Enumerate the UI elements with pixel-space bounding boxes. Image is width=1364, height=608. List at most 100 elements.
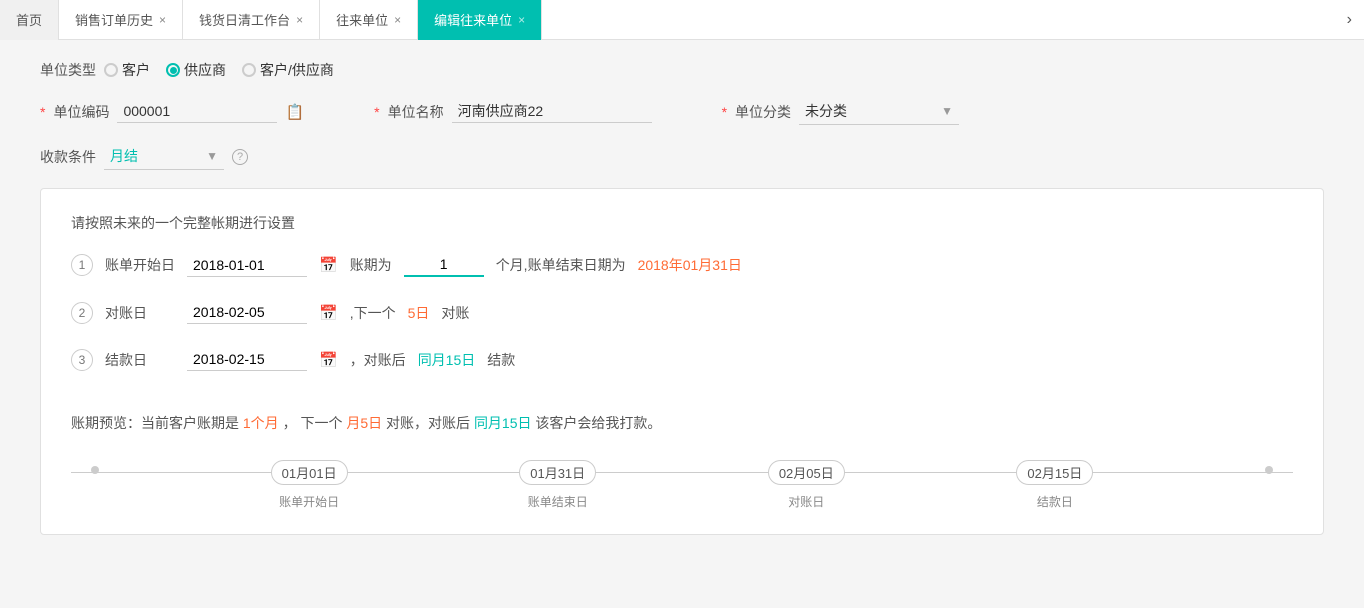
settings-card: 请按照未来的一个完整帐期进行设置 1 账单开始日 📅 账期为 个月,账单结束日期… (40, 188, 1324, 535)
preview-part3-suffix: 该客户会给我打款。 (535, 415, 661, 431)
step-1-period-unit: 个月,账单结束日期为 (496, 255, 626, 275)
timeline-left-cap (91, 466, 99, 474)
unit-type-row: 单位类型 客户 供应商 客户/供应商 (40, 60, 1324, 80)
step-2-row: 2 对账日 📅 ,下一个 5日 对账 (71, 301, 1293, 324)
unit-name-label: 单位名称 (388, 102, 444, 122)
timeline-right-dot (1265, 466, 1273, 474)
step-1-number: 1 (71, 254, 93, 276)
card-title: 请按照未来的一个完整帐期进行设置 (71, 213, 1293, 233)
payment-row: 收款条件 月结 ▼ ? (40, 143, 1324, 170)
category-chevron-down-icon: ▼ (941, 104, 953, 118)
payment-chevron-down-icon: ▼ (206, 149, 218, 163)
tab-expand-button[interactable]: › (1335, 0, 1364, 40)
timeline-node-2: 01月31日 账单结束日 (519, 460, 596, 510)
step-3-desc-prefix: ，对账后 (350, 350, 406, 370)
preview-part2-suffix: 对账，对账后 (386, 415, 470, 431)
preview-part2: 月5日 (346, 415, 382, 431)
unit-code-label: 单位编码 (53, 102, 109, 122)
timeline-node-3-badge: 02月05日 (768, 460, 845, 485)
tab-bar: 首页 销售订单历史 × 钱货日清工作台 × 往来单位 × 编辑往来单位 × › (0, 0, 1364, 40)
step-3-date-input[interactable] (187, 348, 307, 371)
tab-edit-partner-close[interactable]: × (518, 13, 525, 27)
timeline-node-2-label: 账单结束日 (528, 493, 588, 510)
step-3-calendar-icon[interactable]: 📅 (319, 351, 338, 369)
preview-part1-suffix: ， (283, 415, 297, 431)
tab-partner-units-close[interactable]: × (394, 13, 401, 27)
step-1-period-input[interactable] (404, 253, 484, 277)
unit-type-radio-group: 客户 供应商 客户/供应商 (104, 60, 334, 80)
timeline-node-1: 01月01日 账单开始日 (271, 460, 348, 510)
unit-code-copy-icon[interactable]: 📋 (285, 103, 304, 121)
step-1-period-label: 账期为 (350, 255, 392, 275)
preview-part3: 同月15日 (474, 415, 532, 431)
preview-label: 账期预览：当前客户账期是 (71, 415, 239, 431)
tab-cash-work[interactable]: 钱货日清工作台 × (183, 0, 320, 40)
unit-name-input[interactable] (452, 100, 652, 123)
unit-name-field: 单位名称 (374, 100, 651, 123)
radio-both[interactable]: 客户/供应商 (242, 60, 334, 80)
timeline-node-4-badge: 02月15日 (1016, 460, 1093, 485)
payment-help-icon[interactable]: ? (232, 149, 248, 165)
tab-sales-history[interactable]: 销售订单历史 × (59, 0, 183, 40)
step-3-desc-highlight: 同月15日 (418, 350, 476, 370)
timeline: 01月01日 账单开始日 01月31日 账单结束日 02月05日 对账日 (71, 460, 1293, 510)
step-2-number: 2 (71, 302, 93, 324)
timeline-left-dot (91, 466, 99, 474)
tab-sales-history-close[interactable]: × (159, 13, 166, 27)
unit-info-row: 单位编码 📋 单位名称 单位分类 未分类 ▼ (40, 98, 1324, 125)
payment-label: 收款条件 (40, 147, 96, 167)
unit-type-label: 单位类型 (40, 60, 96, 80)
timeline-node-1-badge: 01月01日 (271, 460, 348, 485)
unit-category-field: 单位分类 未分类 ▼ (722, 98, 959, 125)
tab-partner-units[interactable]: 往来单位 × (320, 0, 418, 40)
step-2-label: 对账日 (105, 303, 175, 323)
timeline-node-1-label: 账单开始日 (279, 493, 339, 510)
unit-category-value: 未分类 (805, 101, 847, 121)
radio-customer-label: 客户 (122, 60, 150, 80)
preview-section: 账期预览：当前客户账期是 1个月 ， 下一个 月5日 对账，对账后 同月15日 … (71, 395, 1293, 510)
radio-supplier-circle (166, 63, 180, 77)
step-1-row: 1 账单开始日 📅 账期为 个月,账单结束日期为 2018年01月31日 (71, 253, 1293, 277)
payment-value: 月结 (110, 146, 138, 166)
step-3-number: 3 (71, 349, 93, 371)
timeline-right-cap (1265, 466, 1273, 474)
radio-customer[interactable]: 客户 (104, 60, 150, 80)
radio-supplier-label: 供应商 (184, 60, 226, 80)
step-3-label: 结款日 (105, 350, 175, 370)
step-1-label: 账单开始日 (105, 255, 175, 275)
timeline-node-3: 02月05日 对账日 (768, 460, 845, 510)
radio-both-label: 客户/供应商 (260, 60, 334, 80)
step-2-calendar-icon[interactable]: 📅 (319, 304, 338, 322)
unit-type-field: 单位类型 客户 供应商 客户/供应商 (40, 60, 334, 80)
radio-supplier[interactable]: 供应商 (166, 60, 226, 80)
step-1-period-highlight: 2018年01月31日 (638, 255, 742, 275)
timeline-node-4: 02月15日 结款日 (1016, 460, 1093, 510)
preview-text: 账期预览：当前客户账期是 1个月 ， 下一个 月5日 对账，对账后 同月15日 … (71, 411, 1293, 436)
step-3-desc-suffix: 结款 (487, 350, 515, 370)
main-content: 单位类型 客户 供应商 客户/供应商 单位编码 📋 (0, 40, 1364, 600)
unit-category-select[interactable]: 未分类 ▼ (799, 98, 959, 125)
timeline-node-2-badge: 01月31日 (519, 460, 596, 485)
payment-select[interactable]: 月结 ▼ (104, 143, 224, 170)
step-3-row: 3 结款日 📅 ，对账后 同月15日 结款 (71, 348, 1293, 371)
timeline-nodes: 01月01日 账单开始日 01月31日 账单结束日 02月05日 对账日 (91, 460, 1273, 510)
tab-cash-work-close[interactable]: × (296, 13, 303, 27)
step-2-desc-suffix: 对账 (441, 303, 469, 323)
preview-part2-prefix: 下一个 (300, 415, 342, 431)
radio-both-circle (242, 63, 256, 77)
step-2-date-input[interactable] (187, 301, 307, 324)
radio-customer-circle (104, 63, 118, 77)
preview-part1: 1个月 (243, 415, 279, 431)
timeline-node-3-label: 对账日 (788, 493, 824, 510)
step-2-desc-highlight: 5日 (408, 303, 430, 323)
tab-home[interactable]: 首页 (0, 0, 59, 40)
step-2-desc-prefix: ,下一个 (350, 303, 396, 323)
step-1-calendar-icon[interactable]: 📅 (319, 256, 338, 274)
payment-field: 收款条件 月结 ▼ ? (40, 143, 248, 170)
timeline-node-4-label: 结款日 (1037, 493, 1073, 510)
unit-code-input[interactable] (117, 100, 277, 123)
unit-code-field: 单位编码 📋 (40, 100, 304, 123)
unit-category-label: 单位分类 (735, 102, 791, 122)
step-1-date-input[interactable] (187, 254, 307, 277)
tab-edit-partner[interactable]: 编辑往来单位 × (418, 0, 542, 40)
